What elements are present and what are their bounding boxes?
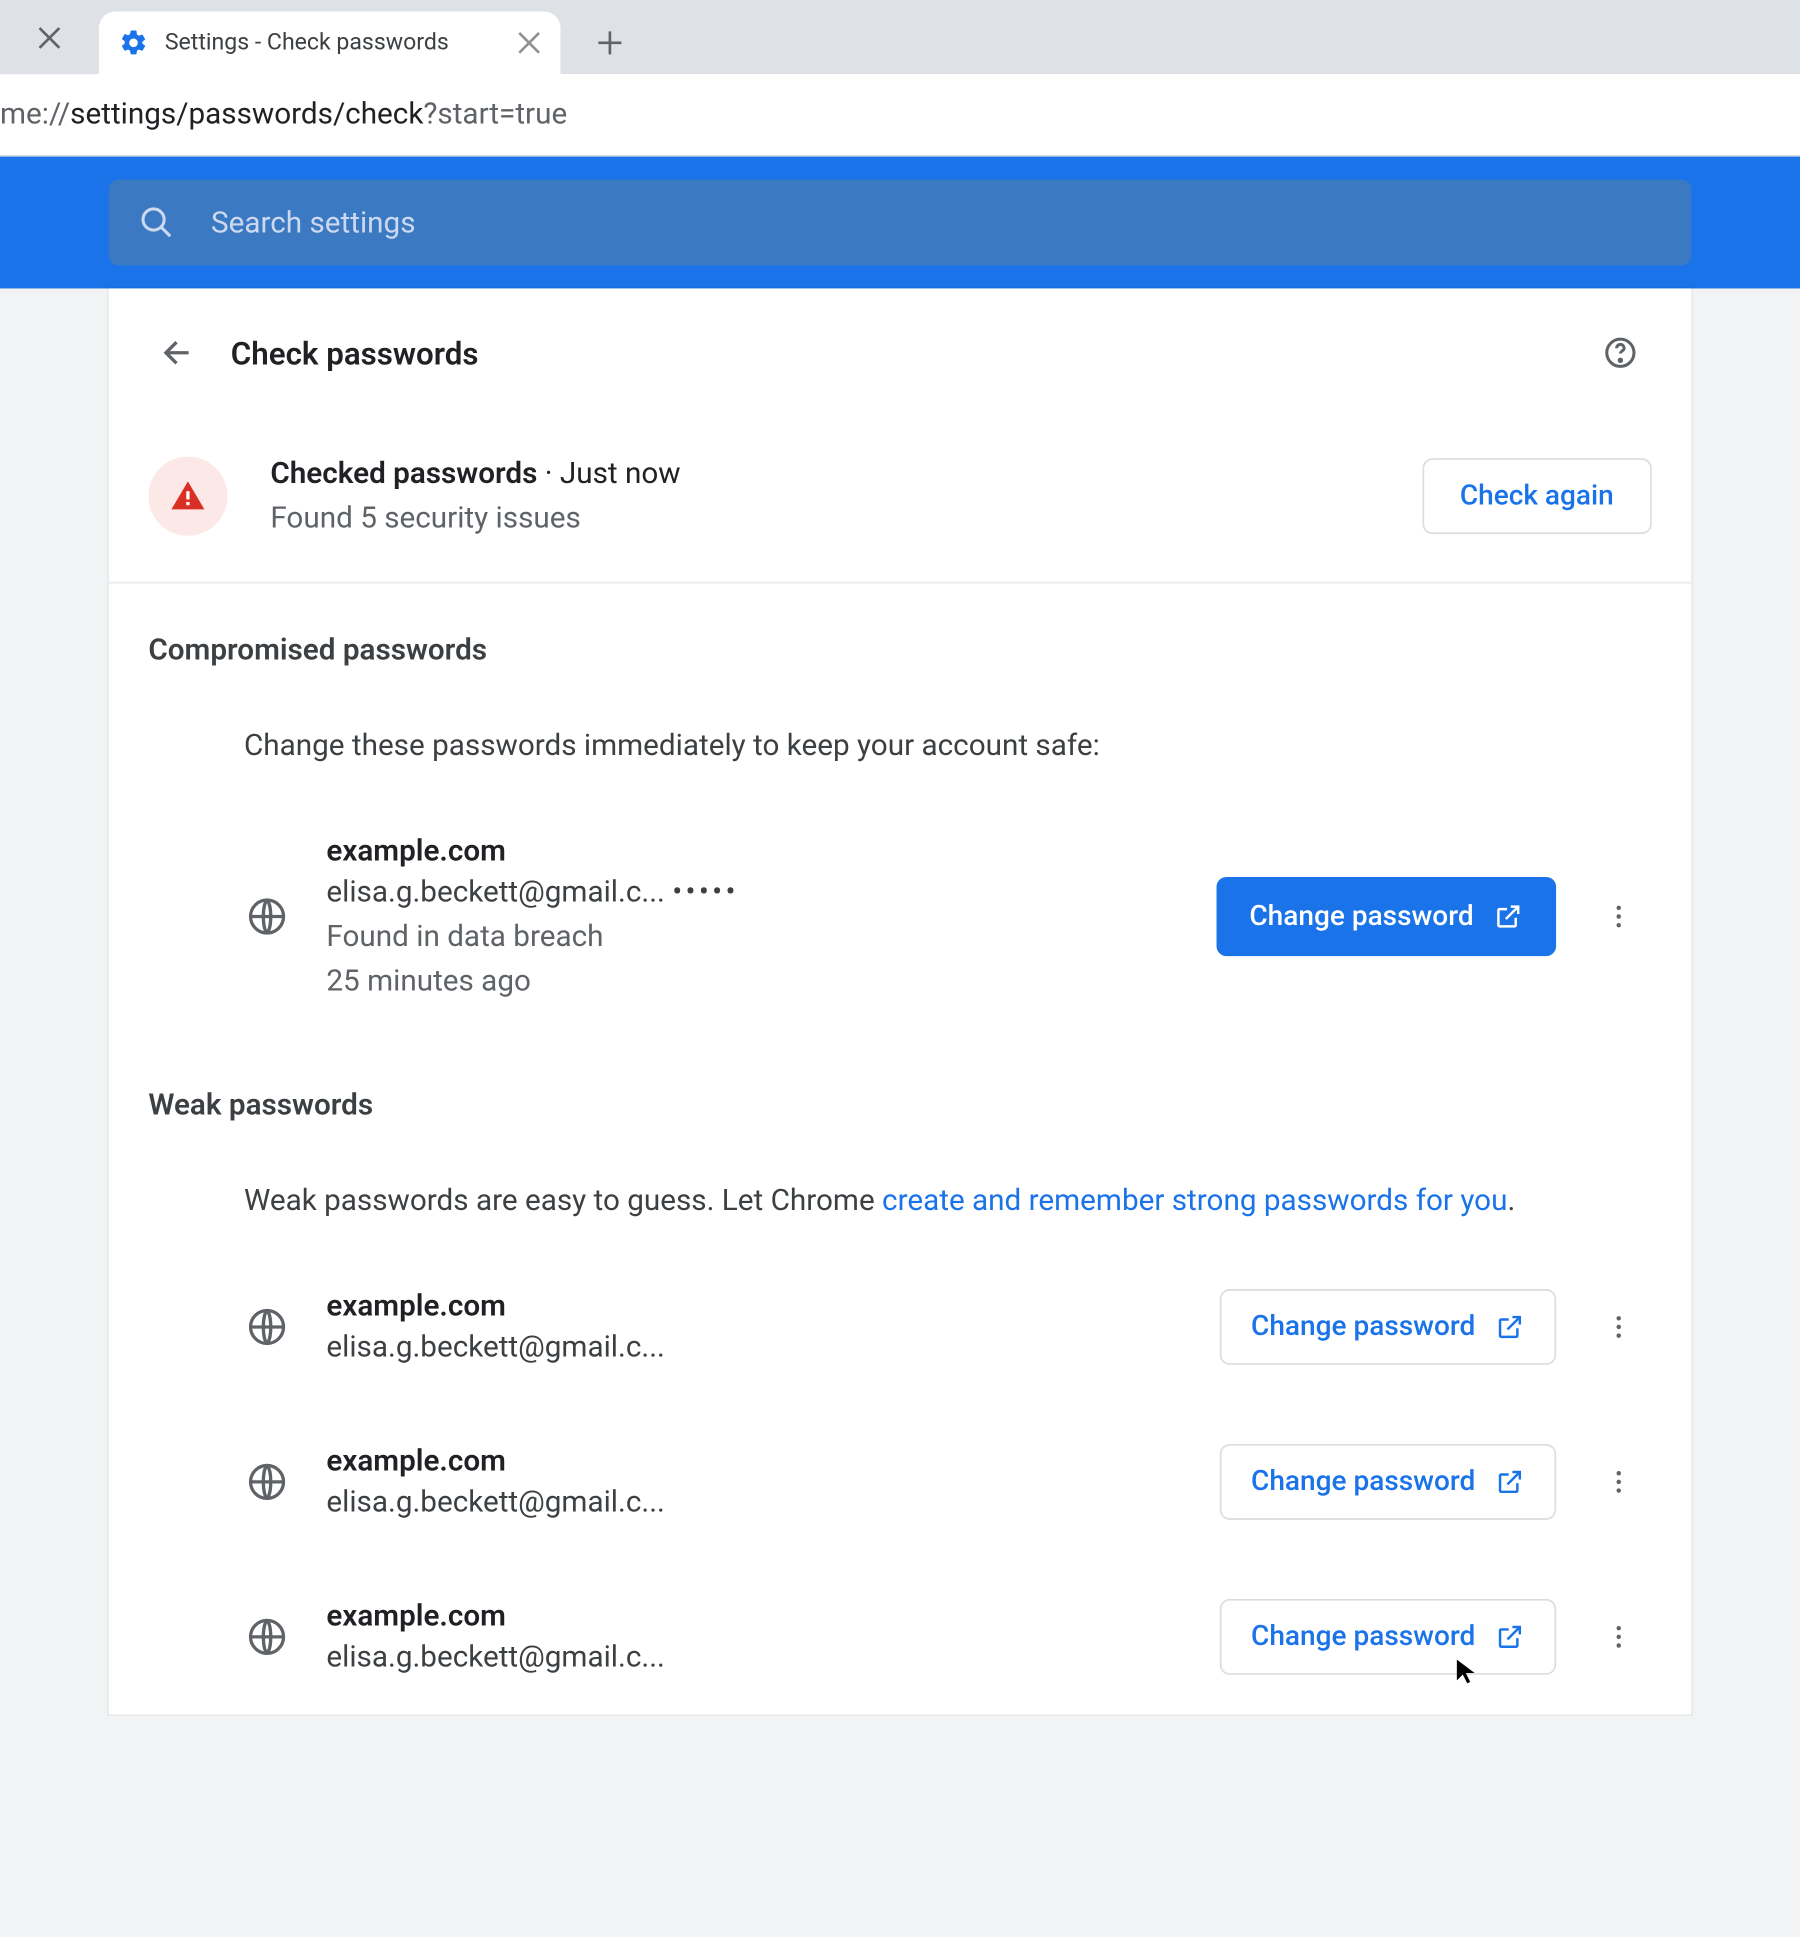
page-body: Check passwords Checked passwords · Just…	[0, 288, 1800, 1936]
row-menu-button[interactable]	[1586, 1294, 1652, 1360]
tab-title: Settings - Check passwords	[165, 30, 501, 56]
page-title: Check passwords	[231, 334, 1589, 372]
site-icon	[244, 1304, 290, 1350]
close-icon[interactable]	[518, 31, 541, 54]
open-external-icon	[1495, 1312, 1525, 1342]
account-line: elisa.g.beckett@gmail.c...	[326, 1640, 1219, 1675]
change-password-button[interactable]: Change password	[1216, 877, 1556, 956]
close-icon	[38, 26, 61, 49]
globe-icon	[247, 1617, 287, 1657]
settings-card: Check passwords Checked passwords · Just…	[109, 288, 1691, 1714]
arrow-left-icon	[160, 335, 196, 371]
button-label: Change password	[1251, 1465, 1475, 1498]
breach-reason: Found in data breach	[326, 920, 1216, 955]
weak-row: example.com elisa.g.beckett@gmail.c... C…	[148, 1421, 1651, 1543]
warning-triangle-icon	[168, 476, 208, 516]
row-menu-button[interactable]	[1586, 1604, 1652, 1670]
strong-passwords-link[interactable]: create and remember strong passwords for…	[882, 1184, 1507, 1219]
settings-gear-icon	[119, 28, 149, 58]
help-button[interactable]	[1589, 321, 1652, 384]
site-icon	[244, 1459, 290, 1505]
account-line: elisa.g.beckett@gmail.c...	[326, 1330, 1219, 1365]
status-title-line: Checked passwords · Just now	[270, 457, 1422, 492]
account-line: elisa.g.beckett@gmail.c... •••••	[326, 875, 1216, 910]
button-label: Change password	[1249, 900, 1473, 933]
search-icon	[138, 204, 174, 240]
back-button[interactable]	[148, 323, 207, 382]
globe-icon	[247, 1307, 287, 1347]
tab-strip: Settings - Check passwords	[0, 0, 1800, 74]
site-icon	[244, 1614, 290, 1660]
site-icon	[244, 893, 290, 939]
more-vertical-icon	[1604, 902, 1634, 932]
warning-badge	[148, 457, 227, 536]
status-detail: Found 5 security issues	[270, 501, 1422, 536]
globe-icon	[247, 897, 287, 937]
open-external-icon	[1493, 902, 1523, 932]
weak-row: example.com elisa.g.beckett@gmail.c... C…	[148, 1576, 1651, 1698]
breach-time: 25 minutes ago	[326, 964, 1216, 999]
address-text: me://settings/passwords/check?start=true	[0, 97, 567, 132]
open-external-icon	[1495, 1622, 1525, 1652]
site-name: example.com	[326, 1444, 1219, 1479]
open-external-icon	[1495, 1467, 1525, 1497]
button-label: Change password	[1251, 1620, 1475, 1653]
plus-icon	[597, 30, 623, 56]
help-icon	[1602, 335, 1638, 371]
change-password-button[interactable]: Change password	[1220, 1444, 1556, 1520]
check-again-button[interactable]: Check again	[1422, 458, 1652, 534]
globe-icon	[247, 1462, 287, 1502]
weak-row: example.com elisa.g.beckett@gmail.c... C…	[148, 1266, 1651, 1388]
active-tab[interactable]: Settings - Check passwords	[99, 12, 561, 75]
search-settings[interactable]	[109, 180, 1691, 266]
compromised-subtitle: Change these passwords immediately to ke…	[244, 724, 1652, 769]
address-bar[interactable]: me://settings/passwords/check?start=true	[0, 74, 1800, 156]
search-input[interactable]	[211, 205, 1662, 240]
compromised-heading: Compromised passwords	[148, 633, 1651, 668]
site-name: example.com	[326, 1289, 1219, 1324]
row-menu-button[interactable]	[1586, 884, 1652, 950]
row-menu-button[interactable]	[1586, 1449, 1652, 1515]
account-line: elisa.g.beckett@gmail.c...	[326, 1485, 1219, 1520]
change-password-button[interactable]: Change password	[1220, 1599, 1556, 1675]
more-vertical-icon	[1604, 1312, 1634, 1342]
compromised-row: example.com elisa.g.beckett@gmail.c... •…	[148, 811, 1651, 1022]
weak-heading: Weak passwords	[148, 1088, 1651, 1123]
more-vertical-icon	[1604, 1622, 1634, 1652]
new-tab-button[interactable]	[584, 16, 637, 69]
change-password-button[interactable]: Change password	[1220, 1289, 1556, 1365]
site-name: example.com	[326, 834, 1216, 869]
site-name: example.com	[326, 1599, 1219, 1634]
settings-header	[0, 157, 1800, 289]
previous-tab-close[interactable]	[0, 0, 99, 74]
button-label: Change password	[1251, 1310, 1475, 1343]
more-vertical-icon	[1604, 1467, 1634, 1497]
weak-subtitle: Weak passwords are easy to guess. Let Ch…	[244, 1179, 1652, 1224]
